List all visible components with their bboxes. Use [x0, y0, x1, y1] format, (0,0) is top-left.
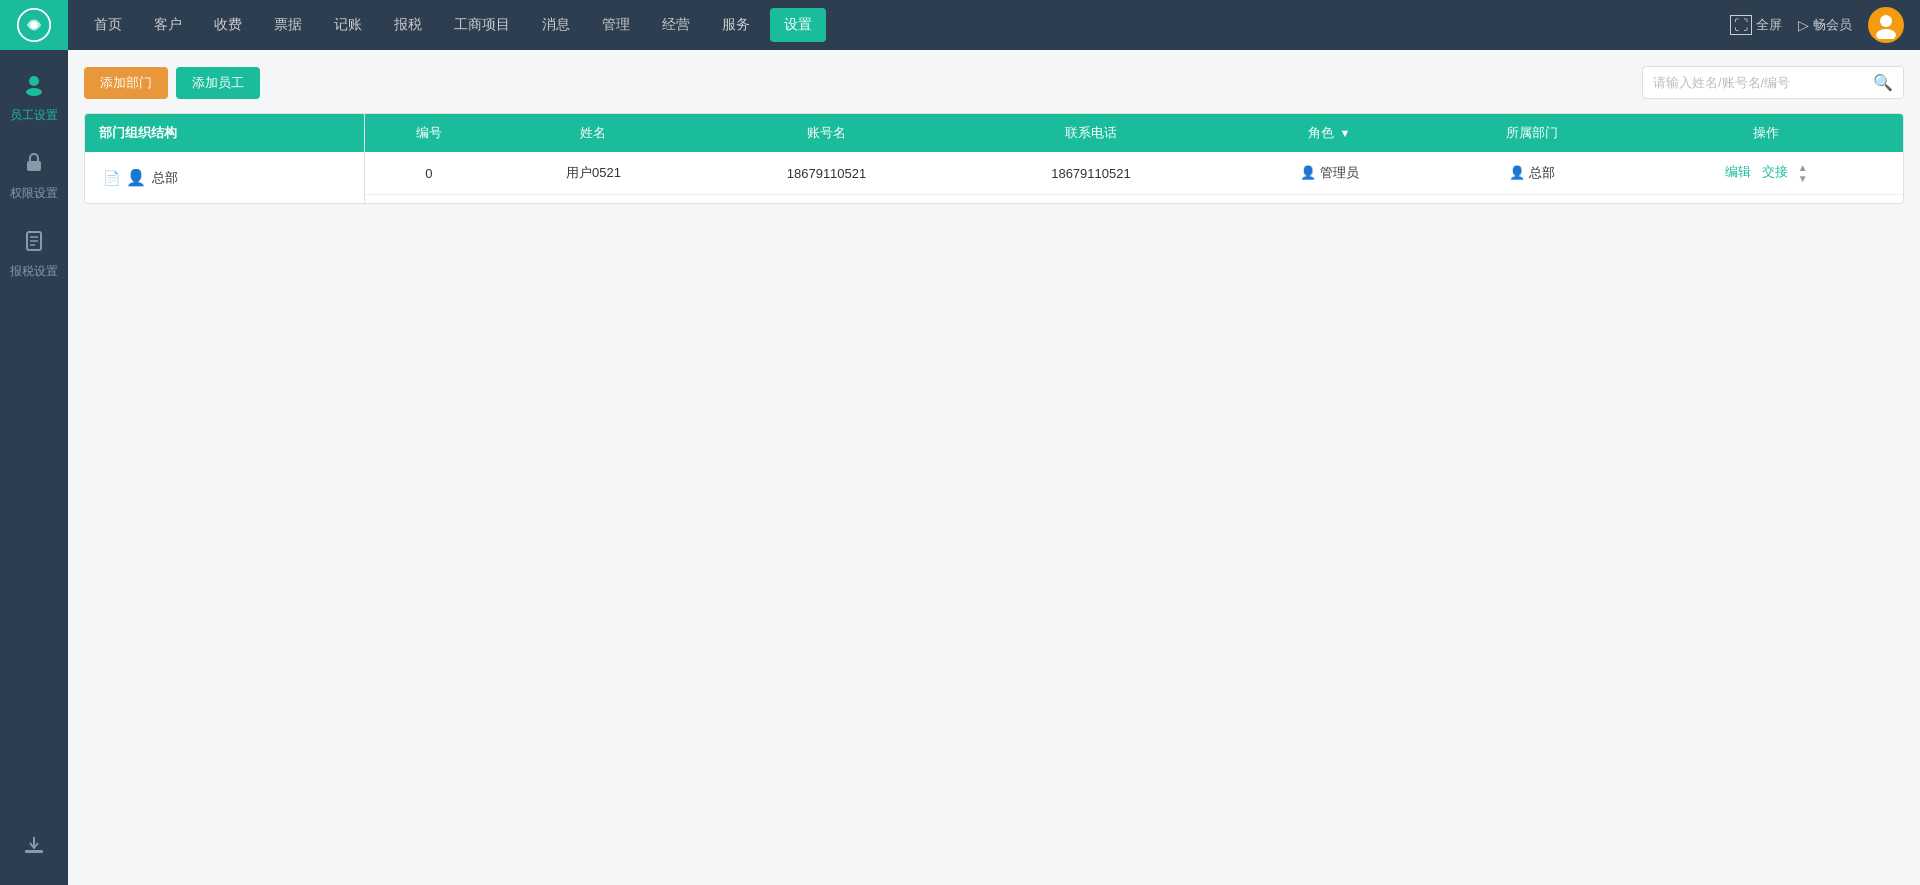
toolbar: 添加部门 添加员工 🔍: [84, 66, 1904, 99]
dept-person-icon: 👤: [1509, 165, 1525, 180]
tree-header: 部门组织结构: [85, 114, 364, 152]
cell-actions: 编辑 交接 ▲ ▼: [1629, 152, 1903, 195]
download-icon: [23, 834, 45, 861]
sidebar-item-tax-settings[interactable]: 报税设置: [0, 216, 68, 294]
cell-name: 用户0521: [493, 152, 695, 195]
nav-item-manage[interactable]: 管理: [586, 0, 646, 50]
col-action: 操作: [1629, 114, 1903, 152]
row-scroll-arrows: ▲ ▼: [1798, 162, 1808, 184]
col-account: 账号名: [694, 114, 958, 152]
person-tree-icon: 👤: [126, 168, 146, 187]
nav-item-business[interactable]: 工商项目: [438, 0, 526, 50]
panels: 部门组织结构 📄 👤 总部 编号 姓名 账号名: [84, 113, 1904, 204]
col-name: 姓名: [493, 114, 695, 152]
nav-item-home[interactable]: 首页: [78, 0, 138, 50]
user-avatar[interactable]: [1868, 7, 1904, 43]
sidebar-item-permission[interactable]: 权限设置: [0, 138, 68, 216]
nav-item-operation[interactable]: 经营: [646, 0, 706, 50]
file-icon: 📄: [103, 170, 120, 186]
nav-item-settings[interactable]: 设置: [770, 8, 826, 42]
svg-point-3: [1876, 29, 1896, 39]
svg-rect-11: [25, 850, 43, 853]
col-id: 编号: [365, 114, 493, 152]
cell-account: 18679110521: [694, 152, 958, 195]
cell-role: 👤管理员: [1223, 152, 1435, 195]
member-button[interactable]: ▷ 畅会员: [1798, 16, 1852, 34]
table-panel: 编号 姓名 账号名 联系电话 角色 ▼ 所属部门 操作: [365, 114, 1903, 203]
tree-body: 📄 👤 总部: [85, 152, 364, 203]
report-icon: [24, 230, 44, 257]
main-layout: 员工设置 权限设置 报税设置 添加部门 添加员工: [0, 50, 1920, 885]
logo[interactable]: [0, 0, 68, 50]
top-navigation: 首页 客户 收费 票据 记账 报税 工商项目 消息 管理 经营 服务 设置 ⛶ …: [0, 0, 1920, 50]
employee-table: 编号 姓名 账号名 联系电话 角色 ▼ 所属部门 操作: [365, 114, 1903, 195]
sidebar-item-employee[interactable]: 员工设置: [0, 60, 68, 138]
nav-right: ⛶ 全屏 ▷ 畅会员: [1714, 7, 1920, 43]
col-phone: 联系电话: [959, 114, 1223, 152]
nav-item-fee[interactable]: 收费: [198, 0, 258, 50]
cell-dept: 👤总部: [1435, 152, 1629, 195]
nav-item-service[interactable]: 服务: [706, 0, 766, 50]
search-box: 🔍: [1642, 66, 1904, 99]
svg-point-4: [29, 76, 39, 86]
nav-item-invoice[interactable]: 票据: [258, 0, 318, 50]
lock-icon: [24, 152, 44, 179]
scroll-up-icon: ▲: [1798, 162, 1808, 173]
search-input[interactable]: [1643, 69, 1863, 96]
fullscreen-icon: ⛶: [1730, 15, 1752, 35]
transfer-link[interactable]: 交接: [1762, 164, 1788, 179]
nav-item-client[interactable]: 客户: [138, 0, 198, 50]
role-person-icon: 👤: [1300, 165, 1316, 180]
table-row: 0 用户0521 18679110521 18679110521 👤管理员 👤总…: [365, 152, 1903, 195]
tree-panel: 部门组织结构 📄 👤 总部: [85, 114, 365, 203]
nav-items: 首页 客户 收费 票据 记账 报税 工商项目 消息 管理 经营 服务 设置: [68, 0, 1714, 50]
cell-phone: 18679110521: [959, 152, 1223, 195]
sidebar: 员工设置 权限设置 报税设置: [0, 50, 68, 885]
main-content: 添加部门 添加员工 🔍 部门组织结构 📄 👤 总部: [68, 50, 1920, 885]
nav-item-message[interactable]: 消息: [526, 0, 586, 50]
nav-item-account[interactable]: 记账: [318, 0, 378, 50]
svg-point-2: [1880, 15, 1892, 27]
scroll-down-icon: ▼: [1798, 173, 1808, 184]
search-icon: 🔍: [1873, 74, 1893, 91]
col-role: 角色 ▼: [1223, 114, 1435, 152]
fullscreen-button[interactable]: ⛶ 全屏: [1730, 15, 1782, 35]
col-dept: 所属部门: [1435, 114, 1629, 152]
nav-item-tax[interactable]: 报税: [378, 0, 438, 50]
edit-link[interactable]: 编辑: [1725, 164, 1751, 179]
add-emp-button[interactable]: 添加员工: [176, 67, 260, 99]
sort-icon: ▼: [1340, 127, 1351, 139]
tree-item-general[interactable]: 📄 👤 总部: [99, 162, 350, 193]
search-button[interactable]: 🔍: [1863, 67, 1903, 98]
svg-point-1: [30, 21, 37, 28]
person-icon: [23, 74, 45, 101]
cell-id: 0: [365, 152, 493, 195]
play-icon: ▷: [1798, 17, 1809, 33]
sidebar-item-download[interactable]: [0, 820, 68, 875]
svg-point-5: [26, 88, 42, 96]
svg-rect-6: [27, 161, 41, 171]
add-dept-button[interactable]: 添加部门: [84, 67, 168, 99]
